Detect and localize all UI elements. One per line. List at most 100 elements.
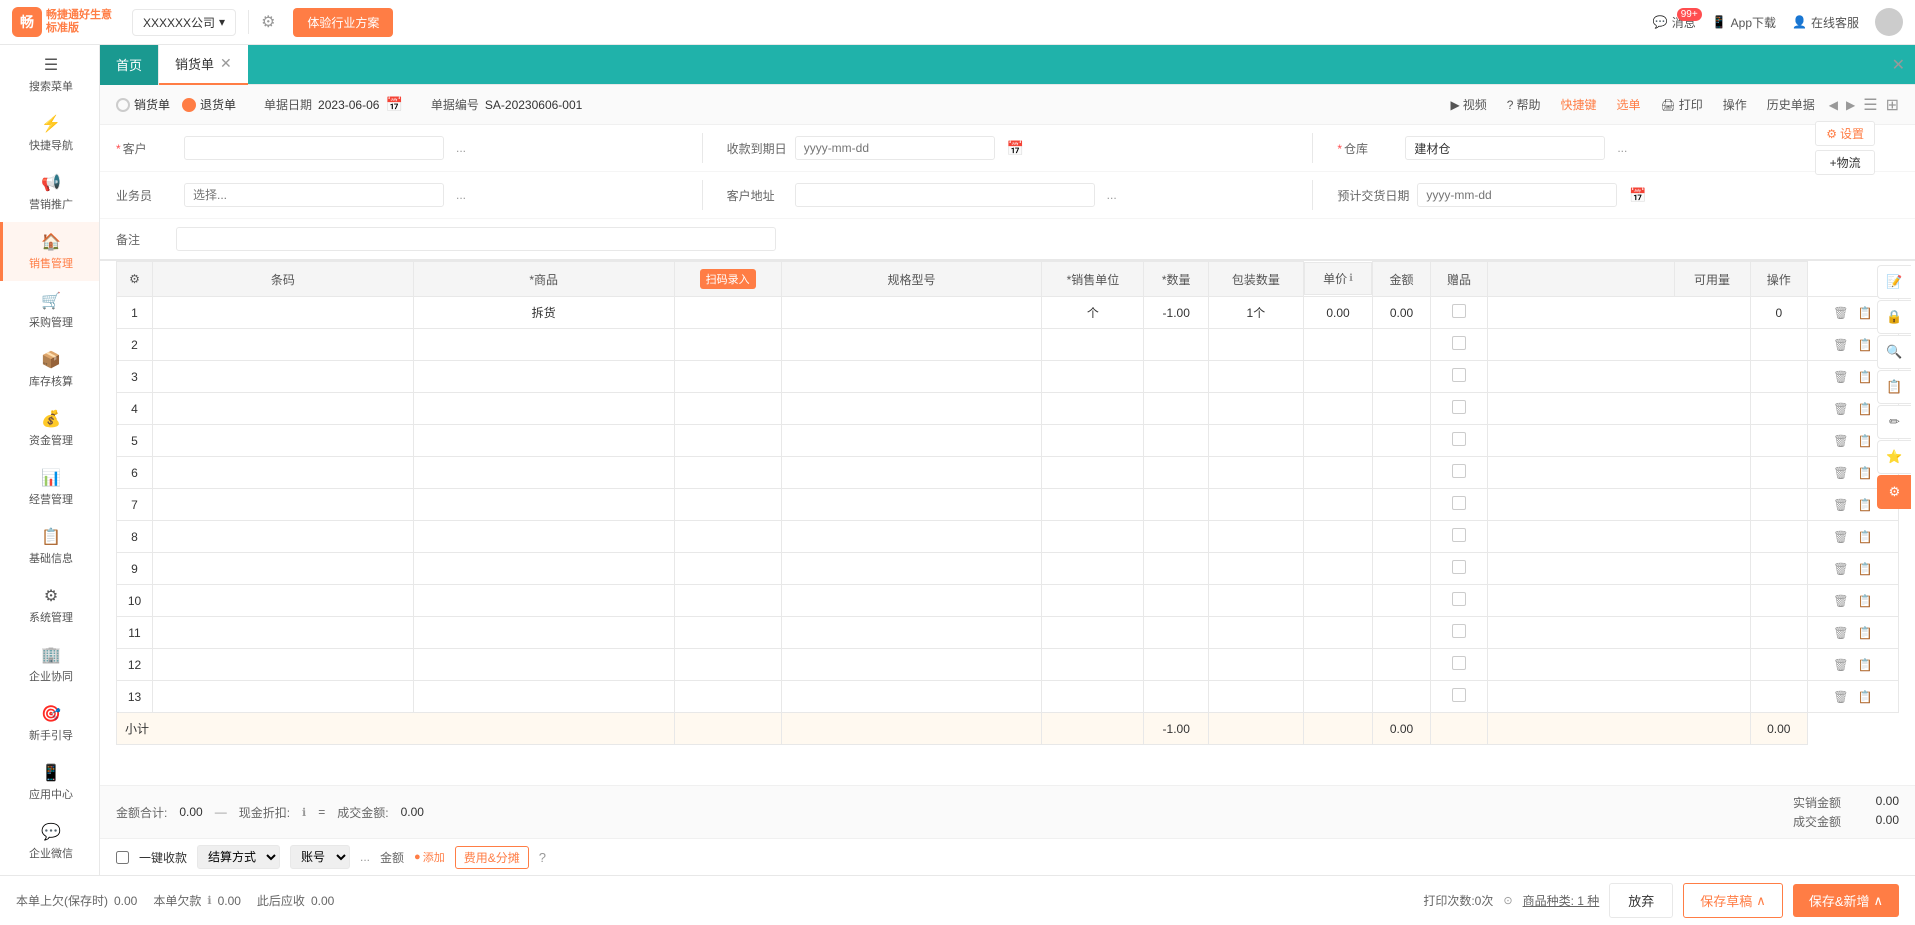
row-product-11[interactable] — [413, 617, 674, 649]
customer-dots[interactable]: ... — [456, 141, 466, 155]
row-product-7[interactable] — [413, 489, 674, 521]
th-scan[interactable]: 扫码录入 — [674, 262, 781, 297]
row-gift-1[interactable] — [1430, 297, 1487, 329]
copy-icon-6[interactable]: 📋 — [1858, 466, 1873, 480]
row-qty-3[interactable] — [1144, 361, 1209, 393]
sidebar-item-quick-nav[interactable]: ⚡ 快捷导航 — [0, 104, 99, 163]
row-spec-4[interactable] — [781, 393, 1042, 425]
row-spec-11[interactable] — [781, 617, 1042, 649]
float-btn-2[interactable]: 🔒 — [1877, 300, 1911, 334]
row-barcode-4[interactable] — [153, 393, 414, 425]
sidebar-item-operations[interactable]: 📊 经营管理 — [0, 458, 99, 517]
toolbar-video[interactable]: ▶ 视频 — [1445, 93, 1493, 116]
sidebar-item-app[interactable]: 📱 应用中心 — [0, 753, 99, 812]
toolbar-history[interactable]: 历史单据 — [1761, 93, 1821, 116]
row-product-4[interactable] — [413, 393, 674, 425]
save-draft-button[interactable]: 保存草稿 ∧ — [1683, 883, 1783, 918]
row-product-3[interactable] — [413, 361, 674, 393]
toolbar-select[interactable]: 选单 — [1610, 93, 1646, 116]
logistics-button[interactable]: +物流 — [1815, 150, 1875, 175]
remark-input[interactable] — [176, 227, 776, 251]
row-gift-3[interactable] — [1430, 361, 1487, 393]
float-btn-5[interactable]: ✏ — [1877, 405, 1911, 439]
row-spec-6[interactable] — [781, 457, 1042, 489]
salesperson-input[interactable] — [184, 183, 444, 207]
radio-sales[interactable]: 销货单 — [116, 96, 170, 113]
delete-icon-4[interactable]: 🗑 — [1833, 402, 1848, 416]
float-btn-6[interactable]: ⭐ — [1877, 440, 1911, 474]
row-spec-9[interactable] — [781, 553, 1042, 585]
customer-input[interactable] — [184, 136, 444, 160]
payment-due-input[interactable] — [795, 136, 995, 160]
warehouse-dots[interactable]: ... — [1617, 141, 1627, 155]
row-barcode-7[interactable] — [153, 489, 414, 521]
float-btn-3[interactable]: 🔍 — [1877, 335, 1911, 369]
scan-button[interactable]: 扫码录入 — [700, 269, 756, 289]
sidebar-item-guide[interactable]: 🎯 新手引导 — [0, 694, 99, 753]
float-btn-7[interactable]: ⚙ — [1877, 475, 1911, 509]
row-qty-9[interactable] — [1144, 553, 1209, 585]
row-barcode-8[interactable] — [153, 521, 414, 553]
row-product-5[interactable] — [413, 425, 674, 457]
row-gift-10[interactable] — [1430, 585, 1487, 617]
delivery-calendar-icon[interactable]: 📅 — [1629, 187, 1646, 204]
row-barcode-13[interactable] — [153, 681, 414, 713]
company-selector[interactable]: XXXXXX公司 ▾ — [132, 9, 236, 36]
abandon-button[interactable]: 放弃 — [1609, 883, 1673, 918]
nav-next-icon[interactable]: ▶ — [1846, 98, 1855, 112]
warehouse-input[interactable] — [1405, 136, 1605, 160]
row-barcode-6[interactable] — [153, 457, 414, 489]
product-kind[interactable]: 商品种类: 1 种 — [1523, 892, 1600, 909]
row-gift-13[interactable] — [1430, 681, 1487, 713]
sidebar-item-search[interactable]: ☰ 搜索菜单 — [0, 45, 99, 104]
row-barcode-11[interactable] — [153, 617, 414, 649]
row-qty-7[interactable] — [1144, 489, 1209, 521]
delete-icon-8[interactable]: 🗑 — [1833, 530, 1848, 544]
row-spec-10[interactable] — [781, 585, 1042, 617]
row-spec-1[interactable] — [781, 297, 1042, 329]
row-qty-8[interactable] — [1144, 521, 1209, 553]
expense-button[interactable]: 费用&分摊 — [455, 846, 529, 869]
row-qty-11[interactable] — [1144, 617, 1209, 649]
th-settings[interactable]: ⚙ — [117, 262, 153, 297]
toolbar-print[interactable]: 🖨 打印 — [1655, 93, 1709, 116]
account-select[interactable]: 账号 — [290, 845, 350, 869]
delete-icon-1[interactable]: 🗑 — [1833, 306, 1848, 320]
copy-icon-8[interactable]: 📋 — [1858, 530, 1873, 544]
row-gift-6[interactable] — [1430, 457, 1487, 489]
row-gift-11[interactable] — [1430, 617, 1487, 649]
row-product-13[interactable] — [413, 681, 674, 713]
settlement-select[interactable]: 结算方式 — [197, 845, 280, 869]
tab-home[interactable]: 首页 — [100, 45, 159, 85]
copy-icon-12[interactable]: 📋 — [1858, 658, 1873, 672]
delivery-date-input[interactable] — [1417, 183, 1617, 207]
row-gift-5[interactable] — [1430, 425, 1487, 457]
copy-icon-7[interactable]: 📋 — [1858, 498, 1873, 512]
row-qty-2[interactable] — [1144, 329, 1209, 361]
row-barcode-3[interactable] — [153, 361, 414, 393]
radio-return[interactable]: 退货单 — [182, 96, 236, 113]
tab-close-icon[interactable]: ✕ — [220, 55, 232, 72]
row-spec-3[interactable] — [781, 361, 1042, 393]
copy-icon-1[interactable]: 📋 — [1858, 306, 1873, 320]
row-barcode-2[interactable] — [153, 329, 414, 361]
row-barcode-5[interactable] — [153, 425, 414, 457]
sidebar-item-finance[interactable]: 💰 资金管理 — [0, 399, 99, 458]
one-click-checkbox[interactable] — [116, 851, 129, 864]
row-spec-5[interactable] — [781, 425, 1042, 457]
sidebar-item-marketing[interactable]: 📢 营销推广 — [0, 163, 99, 222]
row-spec-8[interactable] — [781, 521, 1042, 553]
row-qty-5[interactable] — [1144, 425, 1209, 457]
copy-icon-13[interactable]: 📋 — [1858, 690, 1873, 704]
delete-icon-2[interactable]: 🗑 — [1833, 338, 1848, 352]
toolbar-shortcut[interactable]: 快捷键 — [1554, 93, 1602, 116]
delete-icon-11[interactable]: 🗑 — [1833, 626, 1848, 640]
settlement-dots[interactable]: ... — [360, 850, 370, 864]
row-spec-12[interactable] — [781, 649, 1042, 681]
user-avatar[interactable] — [1875, 8, 1903, 36]
notification-item[interactable]: 💬 消息 99+ — [1653, 14, 1696, 31]
delete-icon-7[interactable]: 🗑 — [1833, 498, 1848, 512]
copy-icon-2[interactable]: 📋 — [1858, 338, 1873, 352]
copy-icon-5[interactable]: 📋 — [1858, 434, 1873, 448]
row-gift-8[interactable] — [1430, 521, 1487, 553]
